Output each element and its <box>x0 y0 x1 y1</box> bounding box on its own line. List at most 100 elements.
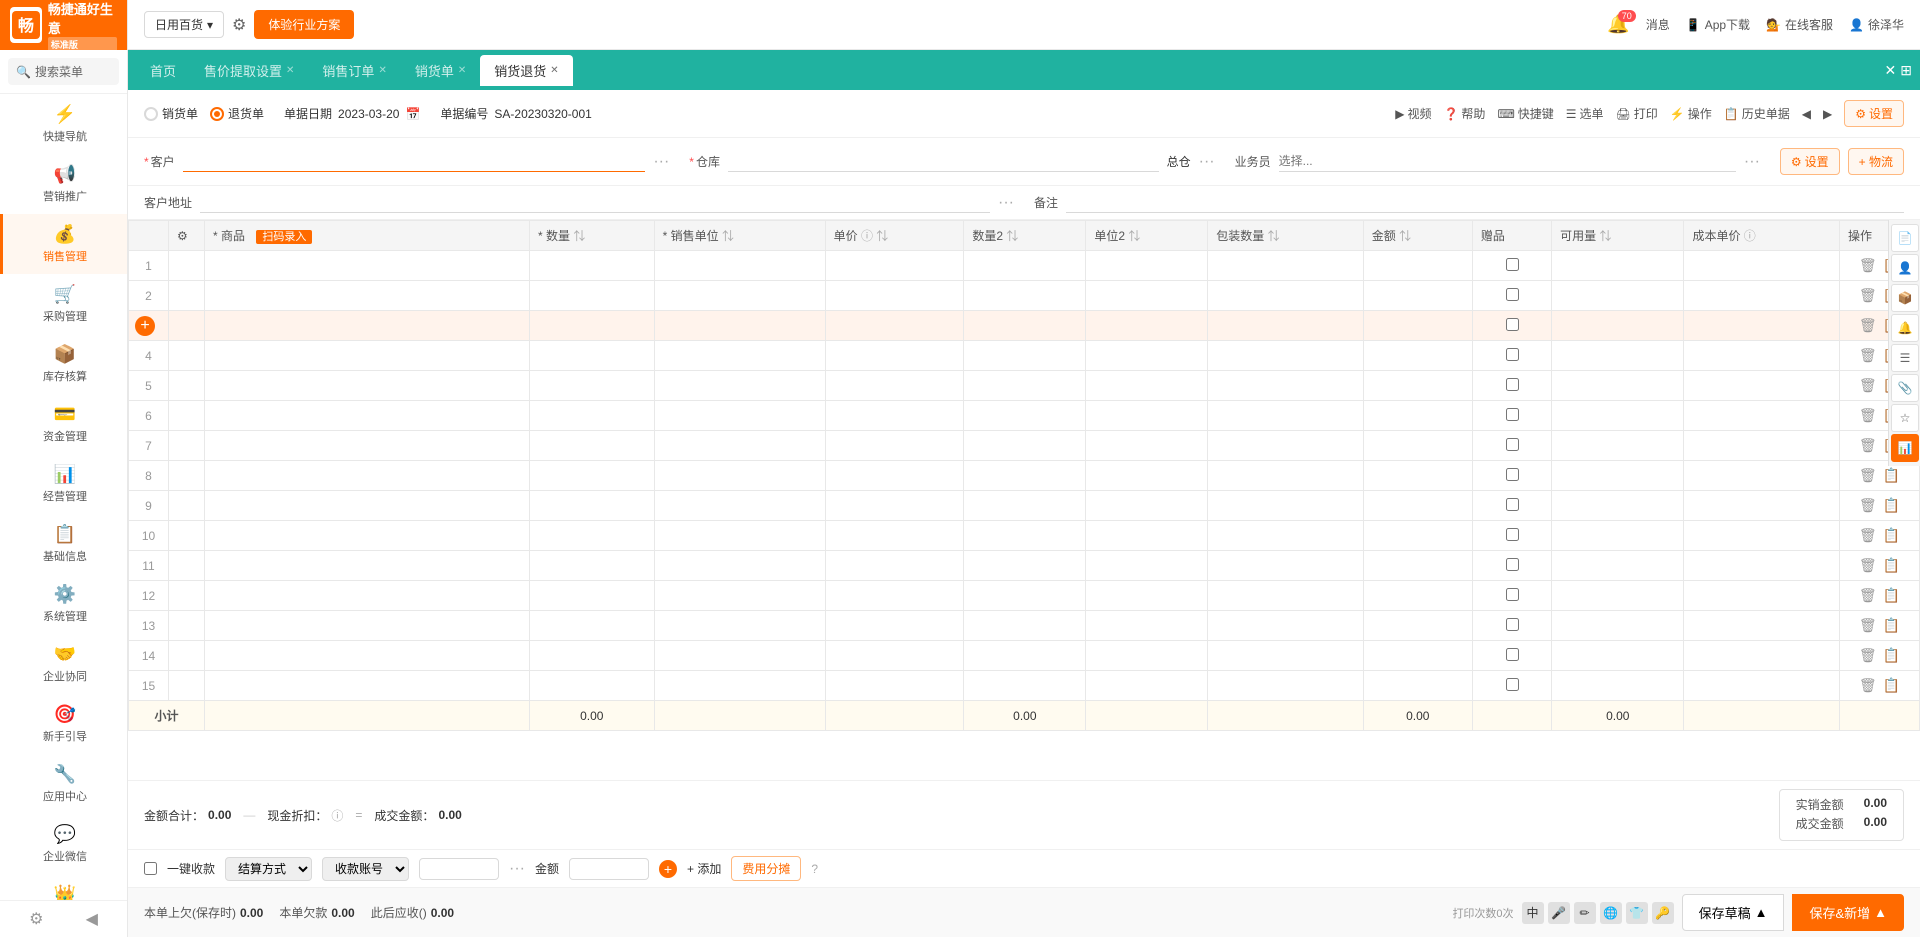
row-amount[interactable] <box>1363 251 1472 281</box>
tab-price-settings[interactable]: 售价提取设置 ✕ <box>190 55 308 86</box>
row-quantity[interactable] <box>530 281 655 311</box>
daily-select[interactable]: 日用百货 ▾ <box>144 11 224 38</box>
del-btn[interactable]: 🗑 <box>1859 437 1877 454</box>
tab-sales-order[interactable]: 销售订单 ✕ <box>308 55 400 86</box>
discount-help-icon[interactable]: ⓘ <box>331 807 343 824</box>
copy-btn[interactable]: 📋 <box>1883 497 1900 514</box>
taskbar-icon-3[interactable]: ✏ <box>1574 902 1596 924</box>
taskbar-icon-5[interactable]: 👕 <box>1626 902 1648 924</box>
address-input[interactable] <box>200 192 990 213</box>
del-btn[interactable]: 🗑 <box>1859 617 1877 634</box>
settings-icon-btn[interactable]: ⚙ <box>29 909 43 929</box>
video-btn[interactable]: ▶ 视频 <box>1395 105 1431 122</box>
one-click-checkbox[interactable] <box>144 862 157 875</box>
sort-icon7[interactable]: ⇅ <box>1399 229 1411 243</box>
row-available[interactable] <box>1552 311 1684 341</box>
tab-sales-delivery-close-icon[interactable]: ✕ <box>458 65 466 76</box>
help-btn[interactable]: ❓ 帮助 <box>1443 105 1485 122</box>
del-btn[interactable]: 🗑 <box>1859 497 1877 514</box>
add-payment-btn[interactable]: + <box>659 860 677 878</box>
sort-icon[interactable]: ⇅ <box>573 229 585 243</box>
sidebar-item-marketing[interactable]: 📢 营销推广 <box>0 154 127 214</box>
row-available[interactable] <box>1552 281 1684 311</box>
rqp-btn-5[interactable]: ☰ <box>1891 344 1919 372</box>
rqp-btn-2[interactable]: 👤 <box>1891 254 1919 282</box>
row-qty2[interactable] <box>964 281 1086 311</box>
row-product[interactable] <box>205 251 530 281</box>
print-btn[interactable]: 🖨 打印 <box>1616 105 1658 122</box>
logistics-btn[interactable]: + 物流 <box>1848 148 1904 175</box>
tab-sales-return[interactable]: 销货退货 ✕ <box>480 55 572 86</box>
rqp-btn-8[interactable]: 📊 <box>1891 434 1919 462</box>
rqp-btn-1[interactable]: 📄 <box>1891 224 1919 252</box>
row-cost[interactable] <box>1684 281 1840 311</box>
sidebar-item-finance[interactable]: 💳 资金管理 <box>0 394 127 454</box>
sort-icon2[interactable]: ⇅ <box>722 229 734 243</box>
copy-btn[interactable]: 📋 <box>1883 647 1900 664</box>
row-quantity[interactable] <box>530 311 655 341</box>
collapse-btn[interactable]: ◀ <box>86 909 98 929</box>
sidebar-item-base[interactable]: 📋 基础信息 <box>0 514 127 574</box>
row-unit2[interactable] <box>1086 311 1208 341</box>
save-new-btn[interactable]: 保存&新增 ▲ <box>1792 894 1904 931</box>
row-package[interactable] <box>1208 281 1363 311</box>
history-btn[interactable]: 📋 历史单据 <box>1724 105 1790 122</box>
taskbar-icon-4[interactable]: 🌐 <box>1600 902 1622 924</box>
del-btn[interactable]: 🗑 <box>1859 587 1877 604</box>
del-btn[interactable]: 🗑 <box>1859 347 1877 364</box>
select-btn[interactable]: ☰ 选单 <box>1566 105 1604 122</box>
row-cost[interactable] <box>1684 251 1840 281</box>
app-download-btn[interactable]: 📱 App下载 <box>1686 16 1750 33</box>
account-input[interactable] <box>419 858 499 880</box>
row-product[interactable] <box>205 311 530 341</box>
address-dots-btn[interactable]: ··· <box>998 194 1014 212</box>
taskbar-icon-2[interactable]: 🎤 <box>1548 902 1570 924</box>
rqp-btn-3[interactable]: 📦 <box>1891 284 1919 312</box>
radio-delivery[interactable]: 销货单 <box>144 105 198 122</box>
del-btn[interactable]: 🗑 <box>1859 527 1877 544</box>
row-delete-btn[interactable]: 🗑 <box>1859 287 1877 304</box>
settlement-method-select[interactable]: 结算方式 <box>225 857 312 881</box>
copy-btn[interactable]: 📋 <box>1883 617 1900 634</box>
sidebar-item-newbie[interactable]: 🎯 新手引导 <box>0 694 127 754</box>
row-gift[interactable] <box>1472 251 1551 281</box>
sort-icon8[interactable]: ⇅ <box>1600 229 1612 243</box>
rqp-btn-4[interactable]: 🔔 <box>1891 314 1919 342</box>
sidebar-item-business[interactable]: 📊 经营管理 <box>0 454 127 514</box>
tab-price-close-icon[interactable]: ✕ <box>286 65 294 76</box>
copy-btn[interactable]: 📋 <box>1883 467 1900 484</box>
notification-btn[interactable]: 🔔 70 <box>1607 14 1629 35</box>
copy-btn[interactable]: 📋 <box>1883 557 1900 574</box>
price-info-icon[interactable]: ⓘ <box>861 229 873 243</box>
settings-action-btn[interactable]: ⚙ 设置 <box>1844 100 1904 127</box>
row-sales-unit[interactable] <box>654 311 825 341</box>
tab-close-all-btn[interactable]: ✕ <box>1885 62 1897 79</box>
warehouse-input[interactable] <box>728 151 1159 172</box>
row-quantity[interactable] <box>530 251 655 281</box>
row-amount[interactable] <box>1363 281 1472 311</box>
expense-btn[interactable]: 费用分摊 <box>731 856 801 881</box>
header-gear-btn[interactable]: ⚙ <box>232 15 246 35</box>
rqp-btn-6[interactable]: 📎 <box>1891 374 1919 402</box>
del-btn[interactable]: 🗑 <box>1859 677 1877 694</box>
account-dots-btn[interactable]: ··· <box>509 860 525 878</box>
col-gear-header[interactable]: ⚙ <box>169 221 205 251</box>
scan-input-btn[interactable]: 扫码录入 <box>256 230 312 244</box>
row-sales-unit[interactable] <box>654 251 825 281</box>
payment-amount-input[interactable] <box>569 858 649 880</box>
customer-input[interactable] <box>183 151 646 172</box>
row-product[interactable] <box>205 281 530 311</box>
del-btn[interactable]: 🗑 <box>1859 467 1877 484</box>
row-package[interactable] <box>1208 311 1363 341</box>
del-btn[interactable]: 🗑 <box>1859 647 1877 664</box>
copy-btn[interactable]: 📋 <box>1883 527 1900 544</box>
row-delete-btn[interactable]: 🗑 <box>1859 257 1877 274</box>
warehouse-dots-btn[interactable]: ··· <box>1199 153 1215 171</box>
taskbar-icon-1[interactable]: 中 <box>1522 902 1544 924</box>
rqp-btn-7[interactable]: ☆ <box>1891 404 1919 432</box>
sidebar-item-enterprise[interactable]: 🤝 企业协同 <box>0 634 127 694</box>
row-unit2[interactable] <box>1086 251 1208 281</box>
tab-sales-return-close-icon[interactable]: ✕ <box>550 65 558 76</box>
sidebar-item-sales[interactable]: 💰 销售管理 <box>0 214 127 274</box>
row-gift[interactable] <box>1472 281 1551 311</box>
